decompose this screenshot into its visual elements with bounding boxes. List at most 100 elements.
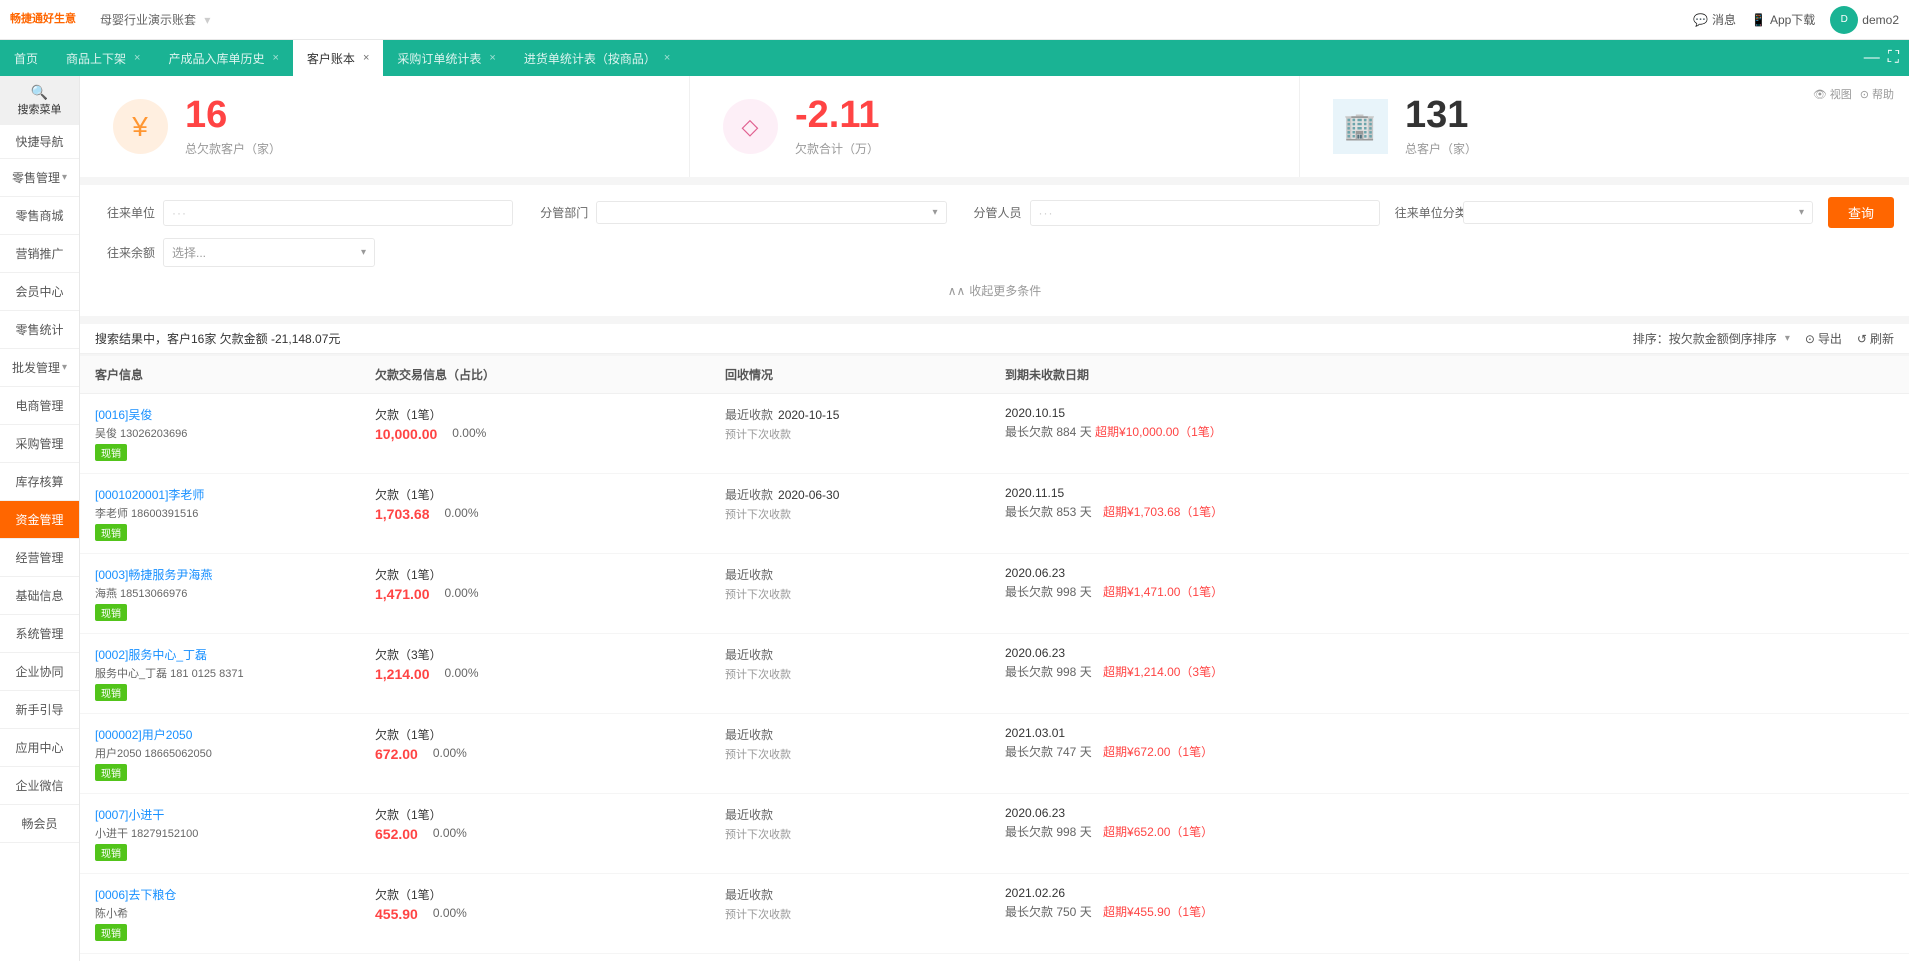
sidebar-item-basic-info[interactable]: 基础信息 [0, 577, 79, 615]
sidebar-search-label: 搜索菜单 [5, 101, 74, 117]
filter-row-1: 往来单位 ··· 分管部门 ▾ 分管人员 ··· [95, 197, 1894, 228]
view-link[interactable]: 👁 视图 [1813, 86, 1852, 102]
overdue-link-0007[interactable]: 超期¥652.00（1笔） [1103, 825, 1213, 839]
overdue-link-0006[interactable]: 超期¥455.90（1笔） [1103, 905, 1213, 919]
yuan-icon: ¥ [113, 99, 168, 154]
tab-home[interactable]: 首页 [0, 40, 52, 76]
tab-product-history[interactable]: 产成品入库单历史 × [154, 40, 292, 76]
sidebar-item-enterprise-wechat[interactable]: 企业微信 [0, 767, 79, 805]
tab-purchase-stats-close[interactable]: × [664, 52, 670, 64]
sidebar-item-app-center[interactable]: 应用中心 [0, 729, 79, 767]
help-link[interactable]: ⊙ 帮助 [1860, 86, 1894, 102]
overdue-link-00010200001[interactable]: 超期¥1,703.68（1笔） [1103, 505, 1223, 519]
tab-minimize-button[interactable]: — [1864, 49, 1880, 67]
recovery-row-0016: 最近收款 2020-10-15 [725, 406, 1005, 423]
tab-maximize-button[interactable]: ⛶ [1888, 49, 1899, 67]
sidebar-item-operation[interactable]: 经营管理 [0, 539, 79, 577]
total-customers-number: 131 [1405, 96, 1879, 134]
sidebar-item-finance[interactable]: 资金管理 [0, 501, 79, 539]
customer-name-0016[interactable]: [0016]吴俊 [95, 406, 375, 423]
user-avatar-button[interactable]: D demo2 [1830, 6, 1899, 34]
help-label: 帮助 [1872, 86, 1894, 102]
tab-customer-account-close[interactable]: × [363, 52, 369, 64]
sidebar-item-retail-mgmt[interactable]: 零售管理 ▾ [0, 159, 79, 197]
total-customers-label: 总客户（家） [1405, 140, 1879, 157]
refresh-button[interactable]: ↺ 刷新 [1857, 330, 1894, 347]
dept-label: 分管部门 [528, 204, 588, 221]
overdue-days-text-000002: 最长欠款 747 天 [1005, 745, 1092, 759]
tab-product-history-close[interactable]: × [272, 52, 278, 64]
tab-product-off[interactable]: 商品上下架 × [52, 40, 154, 76]
sidebar-item-retail-mall[interactable]: 零售商城 [0, 197, 79, 235]
overdue-link-000002[interactable]: 超期¥672.00（1笔） [1103, 745, 1213, 759]
recovery-next-000002: 预计下次收款 [725, 746, 1005, 762]
search-button[interactable]: 查询 [1828, 197, 1894, 228]
overdue-link-0003[interactable]: 超期¥1,471.00（1笔） [1103, 585, 1223, 599]
tab-customer-account-label: 客户账本 [307, 50, 355, 67]
sidebar-item-marketing[interactable]: 营销推广 [0, 235, 79, 273]
sidebar-item-search-menu[interactable]: 🔍 搜索菜单 [0, 76, 79, 125]
overdue-days-text-0003: 最长欠款 998 天 [1005, 585, 1092, 599]
overdue-link-0016[interactable]: 超期¥10,000.00（1笔） [1095, 425, 1222, 439]
debt-count-0002: 欠款（3笔） [375, 646, 725, 663]
tab-purchase-stats[interactable]: 进货单统计表（按商品） × [510, 40, 684, 76]
recovery-date-00010200001: 2020-06-30 [778, 488, 839, 502]
tab-customer-account[interactable]: 客户账本 × [293, 40, 383, 76]
content-area: ¥ 16 总欠款客户（家） ◇ -2.11 欠款合计（万） 🏢 [80, 76, 1909, 961]
store-name-text: 母婴行业演示账套 [100, 13, 196, 27]
collapse-button[interactable]: ∧∧ 收起更多条件 [95, 277, 1894, 304]
sidebar-item-ecommerce[interactable]: 电商管理 [0, 387, 79, 425]
customer-name-00010200001[interactable]: [0001020001]李老师 [95, 486, 375, 503]
sidebar-item-retail-stats[interactable]: 零售统计 [0, 311, 79, 349]
overdue-days-text-00010200001: 最长欠款 853 天 [1005, 505, 1092, 519]
recovery-info-00010200001: 最近收款 2020-06-30 预计下次收款 [725, 486, 1005, 522]
store-name: 母婴行业演示账套 ▾ [90, 11, 1693, 28]
recovery-next-0002: 预计下次收款 [725, 666, 1005, 682]
stat-box-total-customers: 🏢 131 总客户（家） 👁 视图 ⊙ 帮助 [1300, 76, 1909, 177]
customer-name-000002[interactable]: [000002]用户2050 [95, 726, 375, 743]
export-button[interactable]: ⊙ 导出 [1805, 330, 1842, 347]
sidebar-item-new-guide[interactable]: 新手引导 [0, 691, 79, 729]
stat-box-actions: 👁 视图 ⊙ 帮助 [1813, 86, 1894, 102]
export-icon: ⊙ [1805, 332, 1815, 346]
tab-purchase-order[interactable]: 采购订单统计表 × [383, 40, 509, 76]
tab-purchase-order-close[interactable]: × [489, 52, 495, 64]
sidebar-item-enterprise[interactable]: 企业协同 [0, 653, 79, 691]
sidebar-item-purchase[interactable]: 采购管理 [0, 425, 79, 463]
overdue-date-0003: 2020.06.23 [1005, 566, 1894, 580]
overdue-link-0002[interactable]: 超期¥1,214.00（3笔） [1103, 665, 1223, 679]
building-icon: 🏢 [1333, 99, 1388, 154]
unit-category-label: 往来单位分类 [1395, 204, 1455, 221]
from-unit-input[interactable]: ··· [163, 200, 513, 226]
sidebar-item-vip[interactable]: 畅会员 [0, 805, 79, 843]
balance-select[interactable]: 选择... ▾ [163, 238, 375, 267]
recovery-row-000002: 最近收款 [725, 726, 1005, 743]
sort-label-text: 排序：按欠款金额倒序排序 [1633, 330, 1777, 347]
sidebar-item-inventory[interactable]: 库存核算 [0, 463, 79, 501]
sidebar-item-member[interactable]: 会员中心 [0, 273, 79, 311]
recovery-next-0007: 预计下次收款 [725, 826, 1005, 842]
customer-name-0003[interactable]: [0003]畅捷服务尹海燕 [95, 566, 375, 583]
view-label: 视图 [1830, 86, 1852, 102]
stat-info-debt-customers: 16 总欠款客户（家） [185, 96, 659, 157]
tab-product-off-close[interactable]: × [134, 52, 140, 64]
customer-name-0006[interactable]: [0006]去下粮仓 [95, 886, 375, 903]
customer-phone-0006: 陈小希 [95, 905, 375, 921]
dept-select[interactable]: ▾ [596, 201, 946, 224]
sidebar-item-batch-mgmt[interactable]: 批发管理 ▾ [0, 349, 79, 387]
sidebar-item-system[interactable]: 系统管理 [0, 615, 79, 653]
recovery-label-000002: 最近收款 [725, 726, 773, 743]
customer-info-0016: [0016]吴俊 吴俊 13026203696 现销 [95, 406, 375, 461]
customer-name-0007[interactable]: [0007]小进干 [95, 806, 375, 823]
debt-row-00010200001: 1,703.68 0.00% [375, 503, 725, 522]
app-download-button[interactable]: 📱 App下载 [1751, 11, 1815, 28]
recovery-date-0016: 2020-10-15 [778, 408, 839, 422]
sort-select[interactable]: 排序：按欠款金额倒序排序 ▾ [1633, 330, 1790, 347]
manager-input[interactable]: ··· [1030, 200, 1380, 226]
sidebar-item-quick-nav[interactable]: 快捷导航 [0, 125, 79, 159]
debt-info-0002: 欠款（3笔） 1,214.00 0.00% [375, 646, 725, 682]
unit-category-select[interactable]: ▾ [1463, 201, 1813, 224]
message-button[interactable]: 💬 消息 [1693, 11, 1736, 28]
customer-name-0002[interactable]: [0002]服务中心_丁磊 [95, 646, 375, 663]
debt-info-0016: 欠款（1笔） 10,000.00 0.00% [375, 406, 725, 442]
